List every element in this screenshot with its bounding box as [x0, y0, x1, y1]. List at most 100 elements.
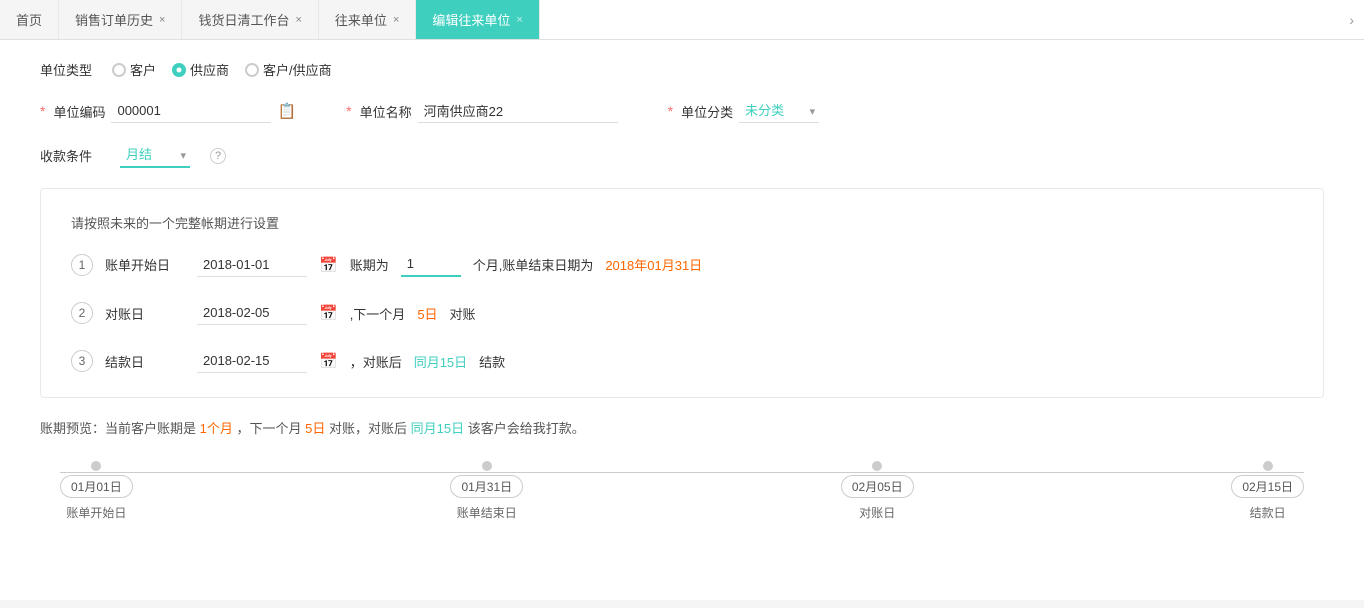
timeline-node-2: 01月31日 账单结束日 — [450, 461, 523, 521]
close-tab-edit-partner[interactable]: × — [516, 14, 522, 26]
unit-category-select[interactable]: 未分类 — [739, 99, 819, 123]
step-row-1: 1 账单开始日 📅 账期为 个月,账单结束日期为 2018年01月31日 — [71, 252, 1293, 277]
timeline-date-box-3: 02月05日 — [841, 475, 914, 498]
tab-cash-flow-label: 钱货日清工作台 — [198, 10, 289, 29]
unit-type-radio-group: 客户 供应商 客户/供应商 — [112, 60, 332, 79]
unit-code-input[interactable] — [111, 99, 271, 123]
radio-supplier-circle — [172, 63, 186, 77]
step3-highlight: 同月15日 — [414, 352, 467, 371]
unit-name-input[interactable] — [418, 99, 618, 123]
preview-part1: 1个月 — [200, 421, 233, 436]
step2-suffix-before: ,下一个月 — [350, 304, 406, 323]
timeline-label-2: 账单结束日 — [457, 504, 517, 521]
unit-type-row: 单位类型 客户 供应商 客户/供应商 — [40, 60, 1324, 79]
radio-supplier[interactable]: 供应商 — [172, 60, 229, 79]
radio-both[interactable]: 客户/供应商 — [245, 60, 332, 79]
unit-name-label: 单位名称 — [360, 102, 412, 121]
timeline-line — [60, 472, 1304, 473]
unit-name-star: * — [346, 103, 351, 119]
step1-period-label: 账期为 — [350, 255, 389, 274]
radio-customer-label: 客户 — [130, 60, 156, 79]
preview-part3: 同月15日 — [411, 421, 464, 436]
tab-sales-history[interactable]: 销售订单历史 × — [59, 0, 182, 39]
timeline-node-3: 02月05日 对账日 — [841, 461, 914, 521]
step-row-2: 2 对账日 📅 ,下一个月 5日 对账 — [71, 301, 1293, 325]
timeline-seg-3 — [914, 491, 1232, 492]
unit-code-group: * 单位编码 📋 — [40, 99, 296, 123]
panel-title: 请按照未来的一个完整帐期进行设置 — [71, 213, 1293, 232]
tab-sales-history-label: 销售订单历史 — [75, 10, 153, 29]
step3-suffix-after: 结款 — [479, 352, 505, 371]
payment-row: 收款条件 月结 ▾ ? — [40, 143, 1324, 168]
step1-period-unit: 个月,账单结束日期为 — [473, 255, 594, 274]
step3-suffix-before: ，对账后 — [350, 352, 402, 371]
timeline-date-box-4: 02月15日 — [1231, 475, 1304, 498]
step2-calendar-icon[interactable]: 📅 — [319, 304, 338, 322]
preview-part2: 5日 — [305, 421, 325, 436]
preview-suffix: 该客户会给我打款。 — [468, 421, 585, 436]
step1-period-input[interactable] — [401, 252, 461, 277]
close-tab-partner[interactable]: × — [393, 14, 399, 26]
timeline-label-1: 账单开始日 — [66, 504, 126, 521]
tab-partner-label: 往来单位 — [335, 10, 387, 29]
unit-code-label: 单位编码 — [53, 102, 105, 121]
step3-calendar-icon[interactable]: 📅 — [319, 352, 338, 370]
tab-edit-partner-label: 编辑往来单位 — [432, 10, 510, 29]
timeline-node-1: 01月01日 账单开始日 — [60, 461, 133, 521]
timeline-seg-2 — [523, 491, 841, 492]
timeline-container: 01月01日 账单开始日 01月31日 账单结束日 02月05日 对账日 — [40, 461, 1324, 521]
unit-category-group: * 单位分类 未分类 ▾ — [668, 99, 819, 123]
unit-type-label: 单位类型 — [40, 60, 92, 79]
payment-help-icon[interactable]: ? — [210, 148, 226, 164]
radio-both-circle — [245, 63, 259, 77]
tab-edit-partner[interactable]: 编辑往来单位 × — [416, 0, 539, 39]
tab-home-label: 首页 — [16, 10, 42, 29]
timeline-dot-4 — [1263, 461, 1273, 471]
step-num-3: 3 — [71, 350, 93, 372]
preview-sep1: ，下一个月 — [237, 421, 302, 436]
payment-label: 收款条件 — [40, 146, 92, 165]
main-content: 单位类型 客户 供应商 客户/供应商 * 单位编码 📋 * 单位名称 — [0, 40, 1364, 600]
timeline-dot-2 — [482, 461, 492, 471]
tab-home[interactable]: 首页 — [0, 0, 59, 39]
timeline-dot-3 — [872, 461, 882, 471]
tab-partner[interactable]: 往来单位 × — [319, 0, 416, 39]
radio-customer-circle — [112, 63, 126, 77]
close-tab-cash-flow[interactable]: × — [295, 14, 301, 26]
step2-date-input[interactable] — [197, 301, 307, 325]
close-tab-sales-history[interactable]: × — [159, 14, 165, 26]
unit-cat-star: * — [668, 103, 673, 119]
step1-date-input[interactable] — [197, 253, 307, 277]
tab-overflow-arrow[interactable]: › — [1339, 0, 1364, 39]
preview-section: 账期预览：当前客户账期是 1个月 ，下一个月 5日 对账，对账后 同月15日 该… — [40, 418, 1324, 437]
unit-code-star: * — [40, 103, 45, 119]
step-label-3: 结款日 — [105, 352, 185, 371]
timeline-date-box-2: 01月31日 — [450, 475, 523, 498]
step2-highlight: 5日 — [417, 304, 437, 323]
unit-cat-label: 单位分类 — [681, 102, 733, 121]
tab-bar: 首页 销售订单历史 × 钱货日清工作台 × 往来单位 × 编辑往来单位 × › — [0, 0, 1364, 40]
tab-cash-flow[interactable]: 钱货日清工作台 × — [182, 0, 318, 39]
step2-suffix-after: 对账 — [450, 304, 476, 323]
unit-name-group: * 单位名称 — [346, 99, 617, 123]
radio-both-label: 客户/供应商 — [263, 60, 332, 79]
step1-calendar-icon[interactable]: 📅 — [319, 256, 338, 274]
step-num-2: 2 — [71, 302, 93, 324]
timeline-track: 01月01日 账单开始日 01月31日 账单结束日 02月05日 对账日 — [60, 461, 1304, 521]
preview-prefix: 账期预览：当前客户账期是 — [40, 421, 196, 436]
radio-supplier-label: 供应商 — [190, 60, 229, 79]
unit-info-row: * 单位编码 📋 * 单位名称 * 单位分类 未分类 ▾ — [40, 99, 1324, 123]
step-row-3: 3 结款日 📅 ，对账后 同月15日 结款 — [71, 349, 1293, 373]
step-num-1: 1 — [71, 254, 93, 276]
timeline-seg-1 — [133, 491, 451, 492]
step3-date-input[interactable] — [197, 349, 307, 373]
radio-customer[interactable]: 客户 — [112, 60, 156, 79]
step-label-1: 账单开始日 — [105, 255, 185, 274]
timeline-label-3: 对账日 — [859, 504, 895, 521]
payment-select[interactable]: 月结 — [120, 143, 190, 168]
timeline-date-box-1: 01月01日 — [60, 475, 133, 498]
payment-select-wrapper: 月结 ▾ — [120, 143, 190, 168]
unit-code-icon[interactable]: 📋 — [277, 102, 296, 120]
preview-sep2: 对账，对账后 — [329, 421, 407, 436]
timeline-dot-1 — [91, 461, 101, 471]
